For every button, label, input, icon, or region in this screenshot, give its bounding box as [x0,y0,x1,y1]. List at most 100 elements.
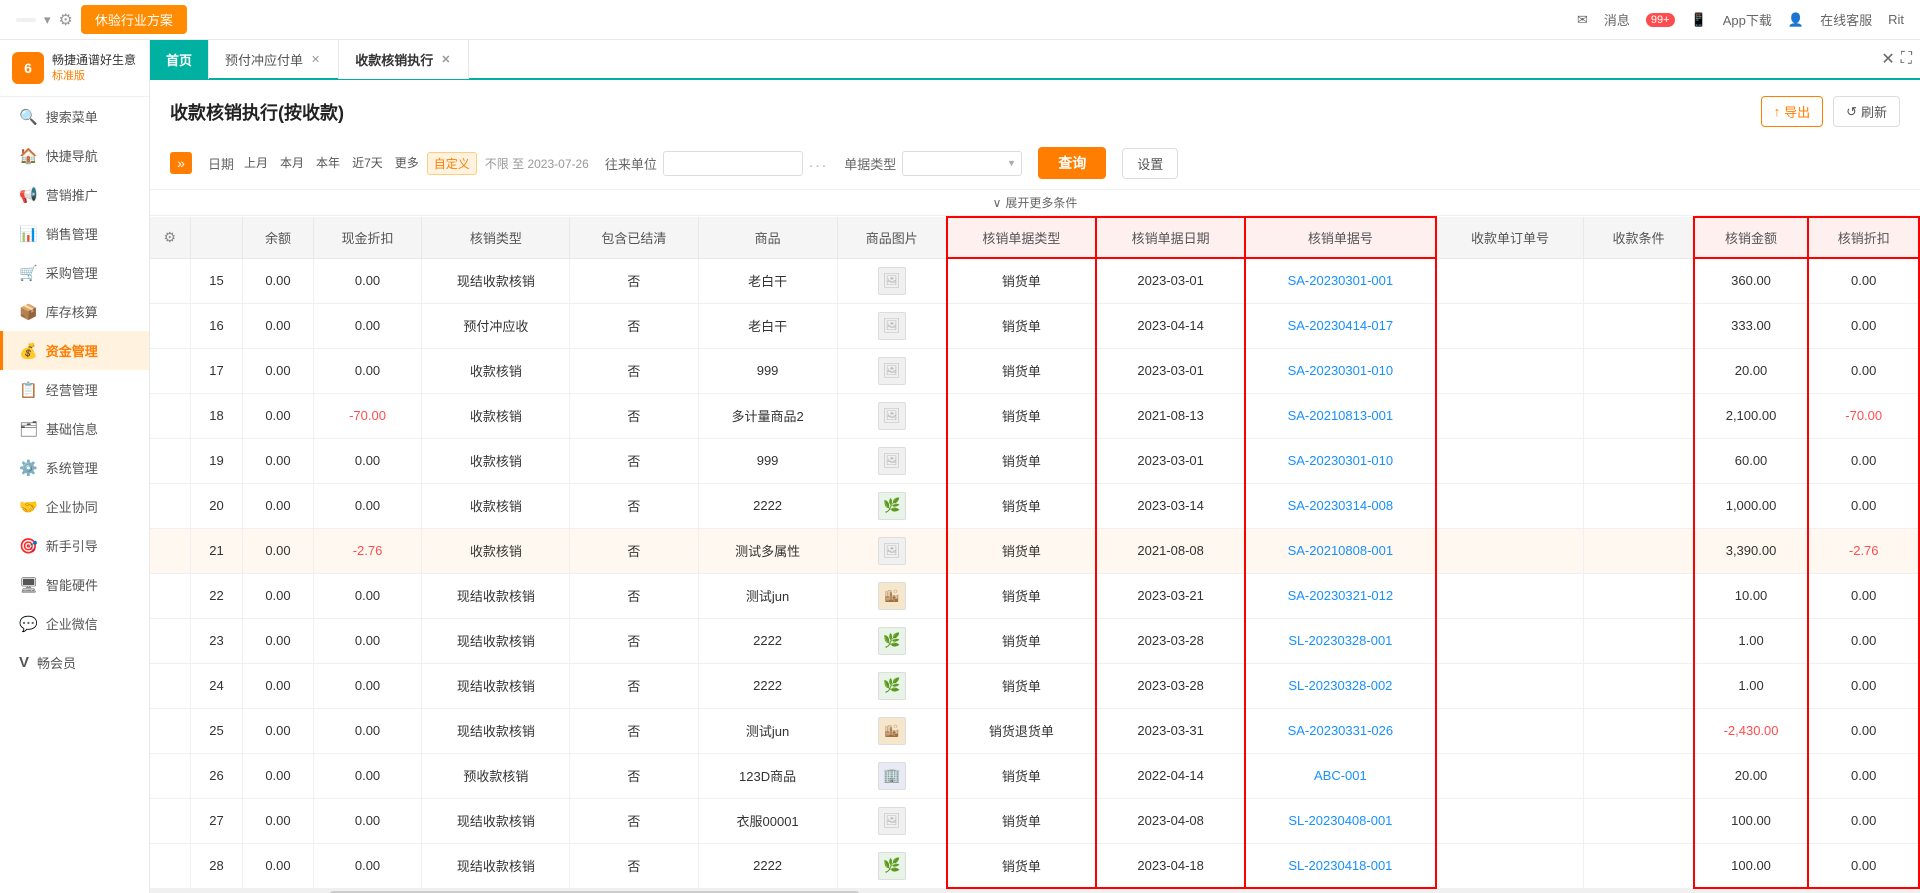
table-scroll-bar[interactable] [150,889,1920,893]
sidebar-item-marketing-label: 营销推广 [46,185,98,204]
filter-partner-input[interactable] [663,151,803,176]
row-cancel-bill-no-cell[interactable]: SL-20230418-001 [1245,843,1435,888]
sidebar-item-basic[interactable]: 🗂 基础信息 [0,409,149,448]
row-cancel-bill-no-cell[interactable]: SA-20230331-026 [1245,708,1435,753]
cancel-bill-no-link[interactable]: SA-20230331-026 [1288,723,1394,738]
refresh-button[interactable]: ↺ 刷新 [1833,96,1900,127]
tab-prepay[interactable]: 预付冲应付单 ✕ [209,40,339,79]
filter-date-last-month[interactable]: 上月 [240,152,272,175]
row-cancel-bill-no-cell[interactable]: SA-20210808-001 [1245,528,1435,573]
tab-home[interactable]: 首页 [150,40,209,79]
expand-button[interactable]: ∨ 展开更多条件 [993,194,1078,211]
row-cancel-amount-cell: 20.00 [1694,348,1809,393]
sidebar-item-purchase[interactable]: 🛒 采购管理 [0,253,149,292]
cancel-bill-no-link[interactable]: SA-20210813-001 [1288,408,1394,423]
filter-bill-type-select[interactable] [902,151,1022,176]
cancel-bill-no-link[interactable]: SL-20230328-002 [1288,678,1392,693]
filter-date-this-month[interactable]: 本月 [276,152,308,175]
row-product-cell: 老白干 [698,303,837,348]
window-maximize-icon[interactable]: ⛶ [1901,50,1912,68]
cancel-bill-no-link[interactable]: SL-20230418-001 [1288,858,1392,873]
row-cancel-type-cell: 现结收款核销 [422,258,570,303]
filter-toggle-button[interactable]: » [170,152,192,174]
online-service-label[interactable]: 在线客服 [1820,10,1872,29]
cancel-bill-no-link[interactable]: SL-20230328-001 [1288,633,1392,648]
sidebar-item-enterprise[interactable]: 🤝 企业协同 [0,487,149,526]
row-cancel-bill-no-cell[interactable]: SA-20230301-001 [1245,258,1435,303]
industry-solution-button[interactable]: 休验行业方案 [81,5,187,34]
row-cancel-type-cell: 收款核销 [422,483,570,528]
sidebar-item-newbie[interactable]: 🎯 新手引导 [0,526,149,565]
sidebar-item-member[interactable]: V 畅会员 [0,643,149,682]
sidebar-item-wechat[interactable]: 💬 企业微信 [0,604,149,643]
sidebar-item-system[interactable]: ⚙️ 系统管理 [0,448,149,487]
row-included-cell: 否 [570,798,698,843]
message-icon[interactable]: ✉ [1577,12,1588,28]
sidebar-item-hardware[interactable]: 🖥 智能硬件 [0,565,149,604]
row-cancel-type-cell: 现结收款核销 [422,843,570,888]
app-download-label[interactable]: App下载 [1723,10,1772,29]
sidebar-item-member-label: 畅会员 [37,653,76,672]
sidebar-item-finance[interactable]: 💰 资金管理 [0,331,149,370]
sidebar-item-search-label: 搜索菜单 [46,107,98,126]
marketing-icon: 📢 [19,186,38,204]
th-receipt-condition: 收款条件 [1584,217,1694,258]
cancel-bill-no-link[interactable]: SL-20230408-001 [1288,813,1392,828]
row-cancel-bill-no-cell[interactable]: SA-20230301-010 [1245,438,1435,483]
tab-prepay-close-icon[interactable]: ✕ [309,53,322,66]
row-cancel-type-cell: 收款核销 [422,393,570,438]
row-cancel-bill-no-cell[interactable]: SA-20210813-001 [1245,393,1435,438]
sales-icon: 📊 [19,225,38,243]
cancel-bill-no-link[interactable]: SA-20230301-001 [1288,273,1394,288]
cancel-bill-no-link[interactable]: SA-20230301-010 [1288,363,1394,378]
row-product-img-cell: 🖼 [837,303,947,348]
sidebar-item-shortcut[interactable]: 🏠 快捷导航 [0,136,149,175]
cancel-bill-no-link[interactable]: SA-20230301-010 [1288,453,1394,468]
home-icon: 🏠 [19,147,38,165]
tab-receipt-close-icon[interactable]: ✕ [439,53,452,66]
filter-date-custom[interactable]: 自定义 [427,152,477,175]
sidebar-item-search[interactable]: 🔍 搜索菜单 [0,97,149,136]
row-settings-cell [150,348,190,393]
row-cancel-bill-no-cell[interactable]: SA-20230301-010 [1245,348,1435,393]
th-cancel-bill-type: 核销单据类型 [947,217,1096,258]
window-close-icon[interactable]: ✕ [1881,49,1894,69]
row-settings-cell [150,708,190,753]
cancel-bill-no-link[interactable]: SA-20230321-012 [1288,588,1394,603]
row-settings-cell [150,528,190,573]
gear-icon[interactable]: ⚙ [59,10,73,30]
row-cancel-bill-no-cell[interactable]: SA-20230314-008 [1245,483,1435,528]
row-cancel-bill-no-cell[interactable]: ABC-001 [1245,753,1435,798]
filter-date-7days[interactable]: 近7天 [348,152,387,175]
row-product-cell: 老白干 [698,258,837,303]
address-bar[interactable] [16,18,36,22]
cancel-bill-no-link[interactable]: SA-20230314-008 [1288,498,1394,513]
table-row: 280.000.00现结收款核销否2222🌿销货单2023-04-18SL-20… [150,843,1919,888]
row-cancel-bill-no-cell[interactable]: SL-20230328-001 [1245,618,1435,663]
filter-date-range: 不限 至 2023-07-26 [485,155,589,172]
export-button[interactable]: ↑ 导出 [1761,96,1824,127]
settings-button[interactable]: 设置 [1122,148,1178,179]
sidebar-menu: 🔍 搜索菜单 🏠 快捷导航 📢 营销推广 📊 销售管理 🛒 采购管理 📦 [0,97,149,893]
query-button[interactable]: 查询 [1038,147,1106,179]
tab-receipt[interactable]: 收款核销执行 ✕ [339,40,469,79]
cancel-bill-no-link[interactable]: SA-20230414-017 [1288,318,1394,333]
sidebar-item-inventory[interactable]: 📦 库存核算 [0,292,149,331]
cancel-bill-no-link[interactable]: ABC-001 [1314,768,1367,783]
row-cancel-bill-no-cell[interactable]: SL-20230328-002 [1245,663,1435,708]
row-cancel-bill-no-cell[interactable]: SA-20230414-017 [1245,303,1435,348]
operations-icon: 📋 [19,381,38,399]
filter-date-more[interactable]: 更多 [391,152,423,175]
row-cancel-bill-no-cell[interactable]: SA-20230321-012 [1245,573,1435,618]
column-settings-icon[interactable]: ⚙ [163,229,176,245]
sidebar-item-sales[interactable]: 📊 销售管理 [0,214,149,253]
sidebar-item-operations[interactable]: 📋 经营管理 [0,370,149,409]
row-cancel-bill-no-cell[interactable]: SL-20230408-001 [1245,798,1435,843]
cancel-bill-no-link[interactable]: SA-20210808-001 [1288,543,1394,558]
sidebar-item-marketing[interactable]: 📢 营销推广 [0,175,149,214]
filter-date-this-year[interactable]: 本年 [312,152,344,175]
row-cancel-type-cell: 预付冲应收 [422,303,570,348]
row-cancel-bill-type-cell: 销货单 [947,663,1096,708]
table-row: 200.000.00收款核销否2222🌿销货单2023-03-14SA-2023… [150,483,1919,528]
finance-icon: 💰 [19,342,38,360]
